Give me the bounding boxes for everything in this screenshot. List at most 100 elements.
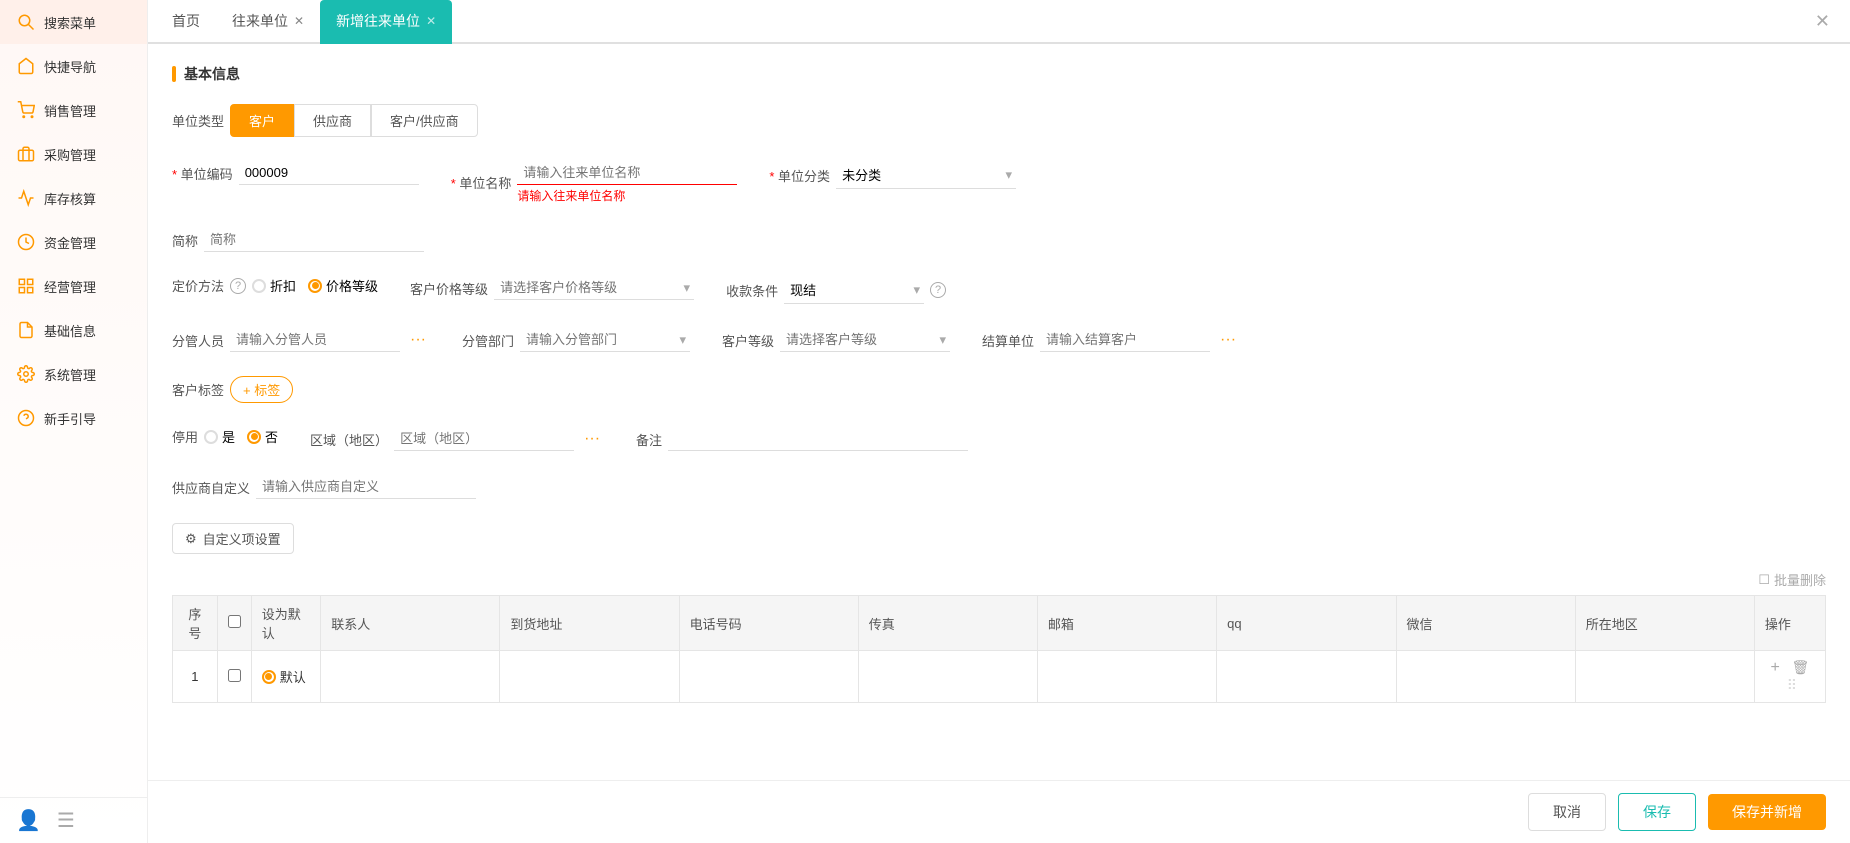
payment-terms-help-icon[interactable]: ? [930, 282, 946, 298]
disabled-radio-yes[interactable]: 是 [204, 427, 235, 446]
sidebar-item-basic[interactable]: 基础信息 [0, 308, 147, 352]
col-qq: qq [1217, 596, 1396, 651]
department-label: 分管部门 [462, 331, 514, 350]
region-more-btn[interactable]: ··· [580, 430, 604, 448]
sidebar-item-search[interactable]: 搜索菜单 [0, 0, 147, 44]
save-and-new-button[interactable]: 保存并新增 [1708, 794, 1826, 830]
row-address[interactable] [500, 651, 679, 703]
row-region[interactable] [1575, 651, 1754, 703]
sidebar-menu-icon[interactable]: ☰ [57, 808, 75, 833]
tab-home-label: 首页 [172, 11, 200, 31]
tab-partners[interactable]: 往来单位 ✕ [216, 0, 320, 44]
row-fax-input[interactable] [869, 665, 1027, 688]
pricing-help-icon[interactable]: ? [230, 278, 246, 294]
sidebar-item-inventory[interactable]: 库存核算 [0, 176, 147, 220]
row-fax[interactable] [858, 651, 1037, 703]
pricing-radio-discount[interactable]: 折扣 [252, 276, 296, 295]
sidebar-item-guide[interactable]: 新手引导 [0, 396, 147, 440]
department-field: 分管部门 ▾ [462, 328, 690, 352]
sidebar-item-sales[interactable]: 销售管理 [0, 88, 147, 132]
settlement-unit-input[interactable] [1040, 328, 1210, 352]
row-email-input[interactable] [1048, 665, 1206, 688]
supplier-custom-input[interactable] [256, 475, 476, 499]
disabled-radio-no-label: 否 [265, 427, 278, 446]
row-email[interactable] [1037, 651, 1216, 703]
row-phone[interactable] [679, 651, 858, 703]
sidebar-user-icon[interactable]: 👤 [16, 808, 41, 833]
contact-table: 序号 设为默认 联系人 到货地址 电话号码 传真 邮箱 qq 微信 所在地区 操… [172, 595, 1826, 703]
inventory-icon [16, 188, 36, 208]
row-contact-input[interactable] [331, 665, 489, 688]
row-default-radio[interactable]: 默认 [262, 667, 310, 686]
unit-type-supplier[interactable]: 供应商 [294, 104, 371, 137]
custom-settings-btn[interactable]: ⚙ 自定义项设置 [172, 523, 294, 554]
sidebar-label-guide: 新手引导 [44, 409, 96, 428]
disabled-radio-no[interactable]: 否 [247, 427, 278, 446]
row-qq[interactable] [1217, 651, 1396, 703]
notes-input[interactable] [668, 427, 968, 451]
tab-home[interactable]: 首页 [156, 0, 216, 44]
sidebar-item-operations[interactable]: 经营管理 [0, 264, 147, 308]
settlement-unit-more-btn[interactable]: ··· [1216, 331, 1240, 349]
row-wechat-input[interactable] [1407, 665, 1565, 688]
add-tag-btn[interactable]: + 标签 [230, 376, 293, 403]
custom-settings-label: 自定义项设置 [203, 529, 281, 548]
row-delete-btn[interactable]: 🗑 [1792, 659, 1810, 675]
row-drag-handle[interactable]: ⠿ [1787, 677, 1797, 693]
sidebar-label-sales: 销售管理 [44, 101, 96, 120]
customer-price-level-select-wrapper: ▾ [494, 276, 694, 300]
disabled-region-row: 停用 是 否 区域（地区） ··· 备注 [172, 427, 1826, 459]
department-input[interactable] [520, 328, 690, 352]
sidebar-item-system[interactable]: 系统管理 [0, 352, 147, 396]
region-label: 区域（地区） [310, 430, 388, 449]
abbr-input[interactable] [204, 228, 424, 252]
row-contact[interactable] [321, 651, 500, 703]
manager-input[interactable] [230, 328, 400, 352]
table-tools: ☐ 批量删除 [172, 570, 1826, 589]
row-qq-input[interactable] [1227, 665, 1385, 688]
tab-new-partner[interactable]: 新增往来单位 ✕ [320, 0, 452, 44]
tab-partners-close[interactable]: ✕ [294, 14, 304, 28]
sidebar-label-quick-nav: 快捷导航 [44, 57, 96, 76]
row-add-btn[interactable]: + [1771, 659, 1780, 676]
row-region-input[interactable] [1586, 665, 1744, 688]
unit-name-input[interactable] [517, 161, 737, 185]
manager-more-btn[interactable]: ··· [406, 331, 430, 349]
payment-terms-value[interactable]: 现结 [784, 276, 924, 304]
unit-category-select-wrapper: 未分类 ▾ [836, 161, 1016, 189]
customer-price-level-input[interactable] [494, 276, 694, 300]
pricing-radio-level-label: 价格等级 [326, 276, 378, 295]
sidebar-label-operations: 经营管理 [44, 277, 96, 296]
pricing-radio-level[interactable]: 价格等级 [308, 276, 378, 295]
col-fax: 传真 [858, 596, 1037, 651]
unit-code-input[interactable] [239, 161, 419, 185]
sidebar-item-quick-nav[interactable]: 快捷导航 [0, 44, 147, 88]
row-phone-input[interactable] [690, 665, 848, 688]
unit-type-both[interactable]: 客户/供应商 [371, 104, 478, 137]
unit-code-field: 单位编码 [172, 161, 419, 185]
operations-icon [16, 276, 36, 296]
unit-type-customer[interactable]: 客户 [230, 104, 294, 137]
row-checkbox-1[interactable] [228, 669, 241, 682]
batch-delete-btn[interactable]: ☐ 批量删除 [1758, 570, 1826, 589]
row-wechat[interactable] [1396, 651, 1575, 703]
window-close-button[interactable]: ✕ [1803, 11, 1842, 32]
region-input[interactable] [394, 427, 574, 451]
tab-bar: 首页 往来单位 ✕ 新增往来单位 ✕ ✕ [148, 0, 1850, 44]
section-title-bar [172, 66, 176, 82]
tab-new-partner-close[interactable]: ✕ [426, 14, 436, 28]
sidebar-item-purchase[interactable]: 采购管理 [0, 132, 147, 176]
cancel-button[interactable]: 取消 [1528, 793, 1606, 831]
unit-category-value[interactable]: 未分类 [836, 161, 1016, 189]
save-button[interactable]: 保存 [1618, 793, 1696, 831]
customer-level-input[interactable] [780, 328, 950, 352]
pricing-method-label: 定价方法 [172, 276, 224, 295]
col-address: 到货地址 [500, 596, 679, 651]
settlement-unit-label: 结算单位 [982, 331, 1034, 350]
settlement-unit-field: 结算单位 ··· [982, 328, 1240, 352]
select-all-checkbox[interactable] [228, 615, 241, 628]
customer-level-select-wrapper: ▾ [780, 328, 950, 352]
row-address-input[interactable] [510, 665, 668, 688]
tab-new-partner-label: 新增往来单位 [336, 11, 420, 31]
sidebar-item-finance[interactable]: 资金管理 [0, 220, 147, 264]
